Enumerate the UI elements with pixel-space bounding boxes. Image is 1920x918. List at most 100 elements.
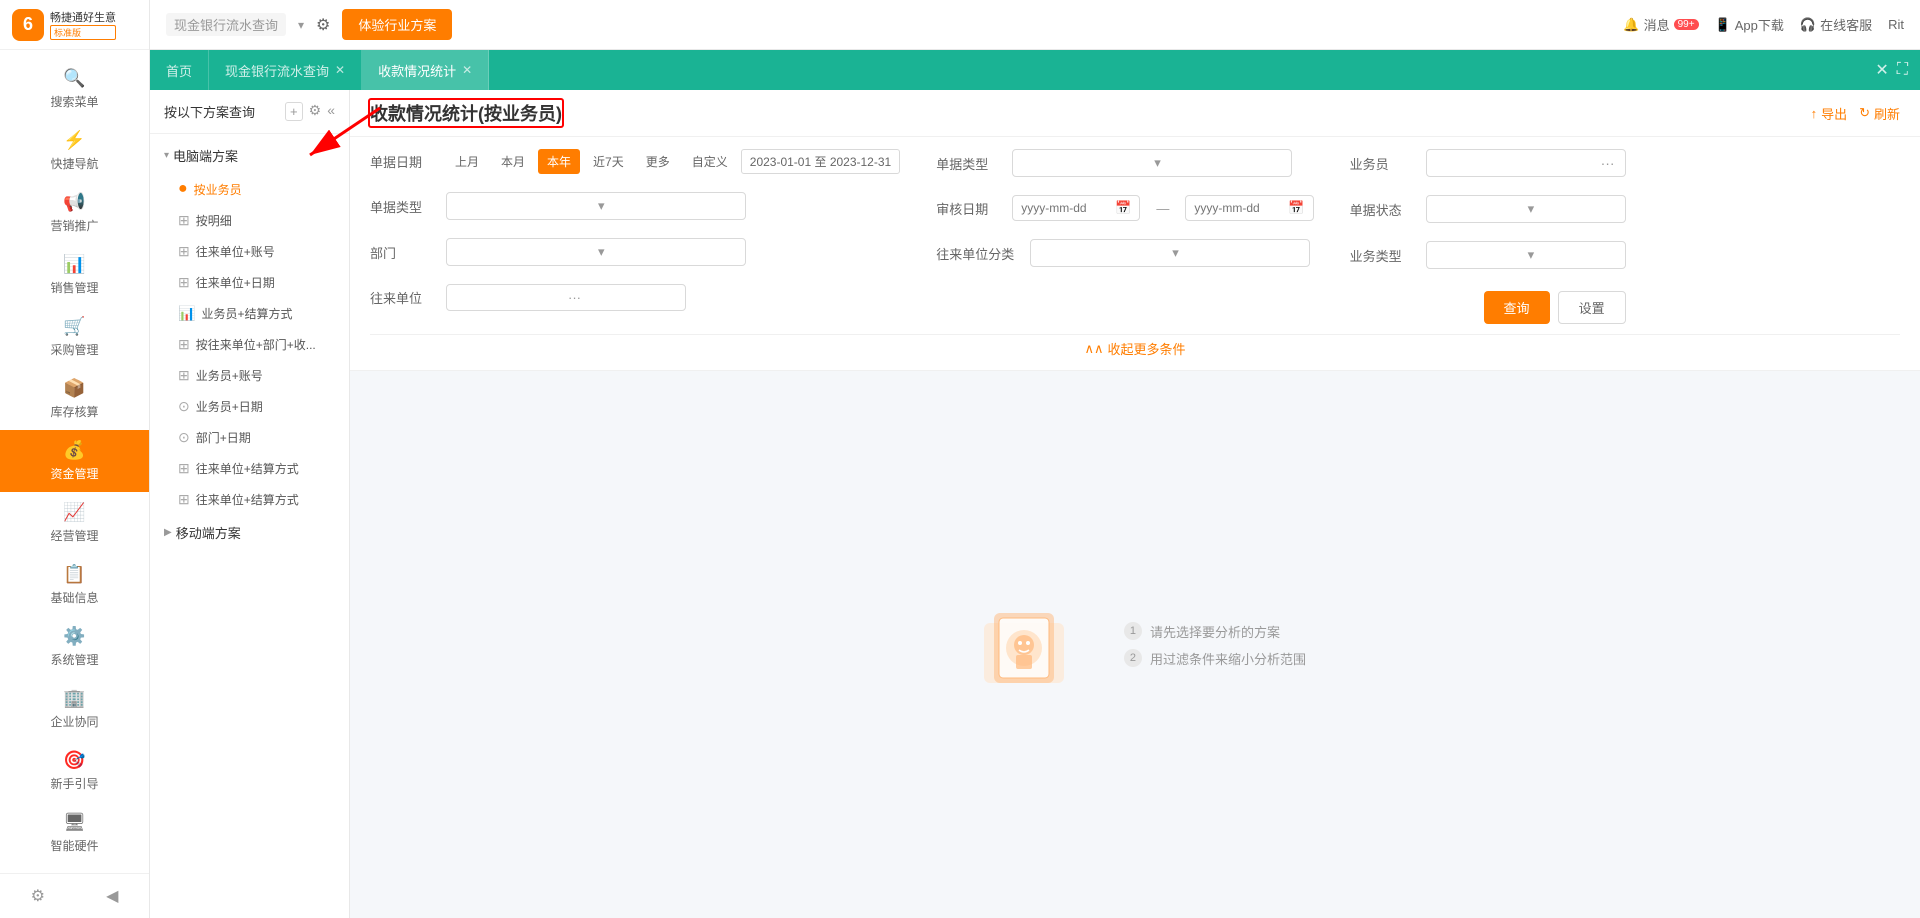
custom-date-btn[interactable]: 自定义: [683, 149, 737, 174]
sidebar-item-label: 资金管理: [50, 465, 98, 482]
notification-btn[interactable]: 🔔 消息 99+: [1623, 15, 1698, 34]
sidebar-item-label: 营销推广: [50, 217, 98, 234]
receivables-tab-close-icon[interactable]: ✕: [462, 63, 472, 77]
tip-number-2: 2: [1124, 649, 1142, 667]
scheme-label: 业务员+日期: [196, 398, 263, 415]
last-month-btn[interactable]: 上月: [446, 149, 488, 174]
partner-more-icon[interactable]: ···: [564, 290, 675, 305]
scheme-label: 往来单位+结算方式: [196, 460, 299, 477]
tab-receivables[interactable]: 收款情况统计 ✕: [362, 50, 489, 90]
bell-icon: 🔔: [1623, 17, 1639, 33]
last-7days-btn[interactable]: 近7天: [584, 149, 633, 174]
close-window-icon[interactable]: ✕: [1875, 60, 1888, 80]
sidebar-settings-btn[interactable]: ⚙: [31, 886, 45, 906]
sidebar-item-basic[interactable]: 📋 基础信息: [0, 554, 149, 616]
doctype2-select[interactable]: ▾: [1012, 149, 1292, 177]
settings-scheme-icon[interactable]: ⚙: [309, 102, 322, 121]
sidebar-item-search[interactable]: 🔍 搜索菜单: [0, 58, 149, 120]
desktop-section[interactable]: ▾ 电脑端方案: [150, 138, 349, 173]
sidebar-item-system[interactable]: ⚙️ 系统管理: [0, 616, 149, 678]
refresh-label: 刷新: [1874, 104, 1900, 123]
review-date-end-input[interactable]: [1194, 201, 1284, 215]
export-label: 导出: [1821, 104, 1847, 123]
this-month-btn[interactable]: 本月: [492, 149, 534, 174]
desktop-section-label: 电脑端方案: [173, 146, 238, 165]
empty-state: 1 请先选择要分析的方案 2 用过滤条件来缩小分析范围: [964, 391, 1306, 898]
trial-button[interactable]: 体验行业方案: [342, 9, 452, 40]
sidebar-item-guide[interactable]: 🎯 新手引导: [0, 740, 149, 802]
collapse-filter-btn[interactable]: ∧∧ 收起更多条件: [1084, 339, 1185, 358]
quicknav-icon: ⚡: [63, 130, 85, 151]
doctype-label: 单据类型: [370, 197, 430, 216]
query-button[interactable]: 查询: [1484, 291, 1550, 324]
review-date-start-input[interactable]: [1021, 201, 1111, 215]
refresh-icon: ↻: [1859, 105, 1870, 121]
sidebar-footer: ⚙ ◀: [0, 873, 149, 918]
cashflow-tab-close-icon[interactable]: ✕: [335, 63, 345, 77]
sidebar-item-wechat[interactable]: 💬 企业微信: [0, 864, 149, 873]
sidebar-item-quicknav[interactable]: ⚡ 快捷导航: [0, 120, 149, 182]
review-date-start[interactable]: 📅: [1012, 195, 1140, 221]
scheme-unit-payment1[interactable]: ⊞ 往来单位+结算方式: [150, 453, 349, 484]
date-separator: —: [1156, 201, 1169, 216]
doctype-select[interactable]: ▾: [446, 192, 746, 220]
scheme-salesperson-date[interactable]: ⊙ 业务员+日期: [150, 391, 349, 422]
review-date-end[interactable]: 📅: [1185, 195, 1313, 221]
sidebar-item-marketing[interactable]: 📢 营销推广: [0, 182, 149, 244]
partner-select[interactable]: ···: [446, 284, 686, 311]
maximize-icon[interactable]: ⛶: [1897, 61, 1908, 79]
app-download-btn[interactable]: 📱 App下载: [1715, 15, 1784, 34]
sidebar-item-purchase[interactable]: 🛒 采购管理: [0, 306, 149, 368]
collapse-up-icon: ∧∧: [1084, 341, 1103, 357]
doc-status-select[interactable]: ▾: [1426, 195, 1626, 223]
scheme-unit-date[interactable]: ⊞ 往来单位+日期: [150, 267, 349, 298]
collapse-btn-label: 收起更多条件: [1108, 339, 1186, 358]
scheme-icon: ⊙: [178, 429, 190, 446]
export-icon: ↑: [1811, 106, 1818, 121]
sidebar-item-finance[interactable]: 💰 资金管理: [0, 430, 149, 492]
settings-button[interactable]: 设置: [1558, 291, 1626, 324]
scheme-dept-date[interactable]: ⊙ 部门+日期: [150, 422, 349, 453]
empty-tips: 1 请先选择要分析的方案 2 用过滤条件来缩小分析范围: [1124, 622, 1306, 668]
export-button[interactable]: ↑ 导出: [1811, 104, 1848, 123]
scheme-salesperson-payment[interactable]: 📊 业务员+结算方式: [150, 298, 349, 329]
calendar-icon2[interactable]: 📅: [1288, 200, 1304, 216]
tab-right-actions: ✕ ⛶: [1875, 50, 1920, 90]
tab-cashflow[interactable]: 现金银行流水查询 ✕: [209, 50, 362, 90]
online-service-btn[interactable]: 🎧 在线客服: [1800, 15, 1872, 34]
refresh-button[interactable]: ↻ 刷新: [1859, 104, 1900, 123]
sidebar-item-hardware[interactable]: 🖥 智能硬件: [0, 802, 149, 864]
calendar-icon[interactable]: 📅: [1115, 200, 1131, 216]
add-scheme-icon[interactable]: +: [285, 102, 303, 121]
scheme-unit-account[interactable]: ⊞ 往来单位+账号: [150, 236, 349, 267]
scheme-unit-payment2[interactable]: ⊞ 往来单位+结算方式: [150, 484, 349, 515]
scheme-icon: ⊞: [178, 460, 190, 477]
partner-category-select[interactable]: ▾: [1030, 239, 1310, 267]
sidebar-item-operations[interactable]: 📈 经营管理: [0, 492, 149, 554]
mobile-section[interactable]: ▶ 移动端方案: [150, 515, 349, 550]
scheme-unit-dept[interactable]: ⊞ 按往来单位+部门+收...: [150, 329, 349, 360]
sidebar-collapse-btn[interactable]: ◀: [106, 886, 118, 906]
sidebar-item-inventory[interactable]: 📦 库存核算: [0, 368, 149, 430]
topbar-settings-icon[interactable]: ⚙: [316, 15, 330, 35]
date-selector: 上月 本月 本年 近7天 更多 自定义 2023-01-01 至 2023-12…: [446, 149, 900, 174]
tab-home[interactable]: 首页: [150, 50, 209, 90]
this-year-btn[interactable]: 本年: [538, 149, 580, 174]
sidebar-item-enterprise[interactable]: 🏢 企业协同: [0, 678, 149, 740]
dropdown-arrow-icon[interactable]: ▾: [298, 18, 304, 32]
scheme-by-detail[interactable]: ⊞ 按明细: [150, 205, 349, 236]
business-type-select[interactable]: ▾: [1426, 241, 1626, 269]
empty-tip-1: 1 请先选择要分析的方案: [1124, 622, 1306, 641]
service-icon: 🎧: [1800, 17, 1816, 33]
right-panel: 收款情况统计(按业务员) ↑ 导出 ↻ 刷新: [350, 90, 1920, 918]
sidebar-item-label: 采购管理: [50, 341, 98, 358]
sidebar-item-sales[interactable]: 📊 销售管理: [0, 244, 149, 306]
user-avatar[interactable]: Rit: [1888, 17, 1904, 32]
doctype2-dropdown-icon: ▾: [1154, 155, 1281, 171]
more-date-btn[interactable]: 更多: [637, 149, 679, 174]
scheme-salesperson-account[interactable]: ⊞ 业务员+账号: [150, 360, 349, 391]
salesperson-more-icon[interactable]: ···: [1601, 155, 1615, 171]
collapse-panel-icon[interactable]: «: [327, 102, 335, 121]
scheme-by-salesperson[interactable]: ● 按业务员: [150, 173, 349, 205]
dept-select[interactable]: ▾: [446, 238, 746, 266]
